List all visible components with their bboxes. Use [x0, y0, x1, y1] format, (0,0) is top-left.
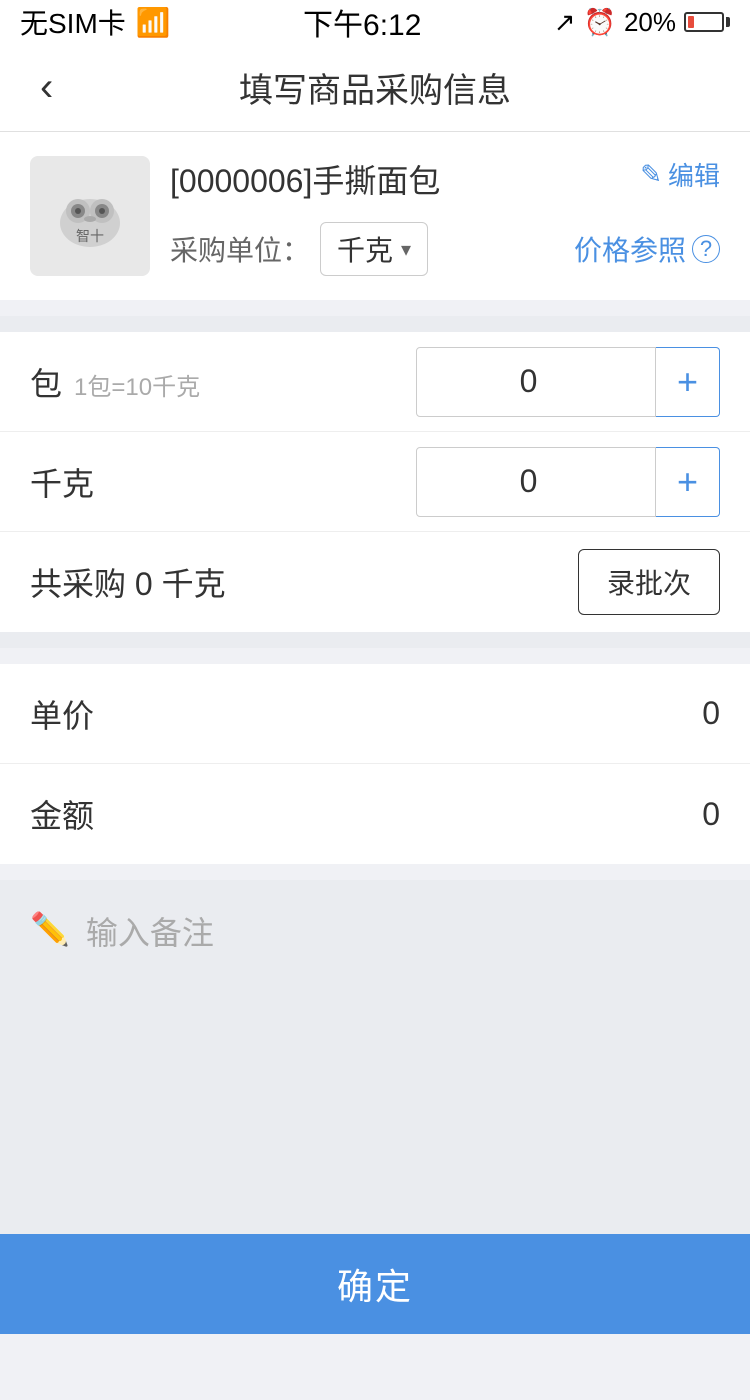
page-title: 填写商品采购信息 — [239, 63, 511, 112]
svg-text:智十: 智十 — [76, 228, 104, 244]
batch-button[interactable]: 录批次 — [578, 549, 720, 615]
battery-icon — [684, 12, 730, 32]
unit-price-row: 单价 0 — [0, 664, 750, 764]
summary-text: 共采购 0 千克 — [30, 559, 578, 605]
price-ref-label: 价格参照 — [574, 229, 686, 269]
kilogram-plus-button[interactable]: + — [656, 447, 720, 517]
bao-input-row: 包 1包=10千克 + — [0, 332, 750, 432]
kilogram-input-row: 千克 + — [0, 432, 750, 532]
main-content: 智十 [0000006]手撕面包 ✎ 编辑 采购单位： 千克 ▾ — [0, 132, 750, 1400]
product-image: 智十 — [30, 156, 150, 276]
status-left: 无SIM卡 📶 — [20, 2, 171, 42]
chevron-down-icon: ▾ — [401, 237, 411, 262]
kilogram-quantity-input[interactable] — [416, 447, 656, 517]
bao-quantity-input[interactable] — [416, 347, 656, 417]
amount-row: 金额 0 — [0, 764, 750, 864]
back-button[interactable]: ‹ — [30, 55, 63, 120]
unit-value: 千克 — [337, 229, 393, 269]
product-owl-logo: 智十 — [50, 173, 130, 253]
confirm-button[interactable]: 确定 — [0, 1234, 750, 1334]
section-divider-2 — [0, 632, 750, 648]
amount-label: 金额 — [30, 791, 702, 837]
input-section: 包 1包=10千克 + 千克 + 共采购 0 千克 录批次 — [0, 332, 750, 632]
edit-icon: ✎ — [640, 159, 662, 190]
bao-qty-group: + — [416, 347, 720, 417]
bao-sublabel: 1包=10千克 — [74, 367, 200, 402]
kilogram-label-group: 千克 — [30, 459, 170, 505]
battery-percent: 20% — [624, 7, 676, 38]
carrier-label: 无SIM卡 — [20, 2, 126, 42]
product-header: [0000006]手撕面包 ✎ 编辑 — [170, 156, 720, 202]
price-reference-button[interactable]: 价格参照 ? — [574, 229, 720, 269]
product-unit-row: 采购单位： 千克 ▾ 价格参照 ? — [170, 222, 720, 276]
notes-area[interactable]: ✏️ 输入备注 — [0, 880, 750, 1000]
wifi-icon: 📶 — [136, 6, 171, 39]
unit-label: 采购单位： — [170, 229, 310, 269]
product-card: 智十 [0000006]手撕面包 ✎ 编辑 采购单位： 千克 ▾ — [0, 132, 750, 300]
summary-row: 共采购 0 千克 录批次 — [0, 532, 750, 632]
kilogram-label: 千克 — [30, 459, 94, 505]
bao-label: 包 — [30, 359, 62, 405]
kilogram-qty-group: + — [416, 447, 720, 517]
product-info: [0000006]手撕面包 ✎ 编辑 采购单位： 千克 ▾ 价格参照 ? — [170, 156, 720, 276]
status-time: 下午6:12 — [303, 0, 421, 44]
unit-price-value: 0 — [702, 695, 720, 732]
price-section: 单价 0 金额 0 — [0, 664, 750, 864]
alarm-icon: ⏰ — [584, 7, 616, 38]
help-icon: ? — [692, 235, 720, 263]
unit-price-label: 单价 — [30, 691, 702, 737]
bao-label-group: 包 1包=10千克 — [30, 359, 200, 405]
bao-plus-button[interactable]: + — [656, 347, 720, 417]
status-bar: 无SIM卡 📶 下午6:12 ↗ ⏰ 20% — [0, 0, 750, 44]
notes-placeholder: 输入备注 — [86, 908, 214, 954]
location-icon: ↗ — [554, 7, 576, 38]
section-divider-1 — [0, 316, 750, 332]
nav-bar: ‹ 填写商品采购信息 — [0, 44, 750, 132]
status-right: ↗ ⏰ 20% — [554, 7, 730, 38]
unit-select[interactable]: 千克 ▾ — [320, 222, 428, 276]
edit-label: 编辑 — [668, 156, 720, 193]
edit-button[interactable]: ✎ 编辑 — [640, 156, 720, 193]
amount-value: 0 — [702, 796, 720, 833]
pencil-icon: ✏️ — [30, 910, 70, 948]
product-name: [0000006]手撕面包 — [170, 156, 640, 202]
